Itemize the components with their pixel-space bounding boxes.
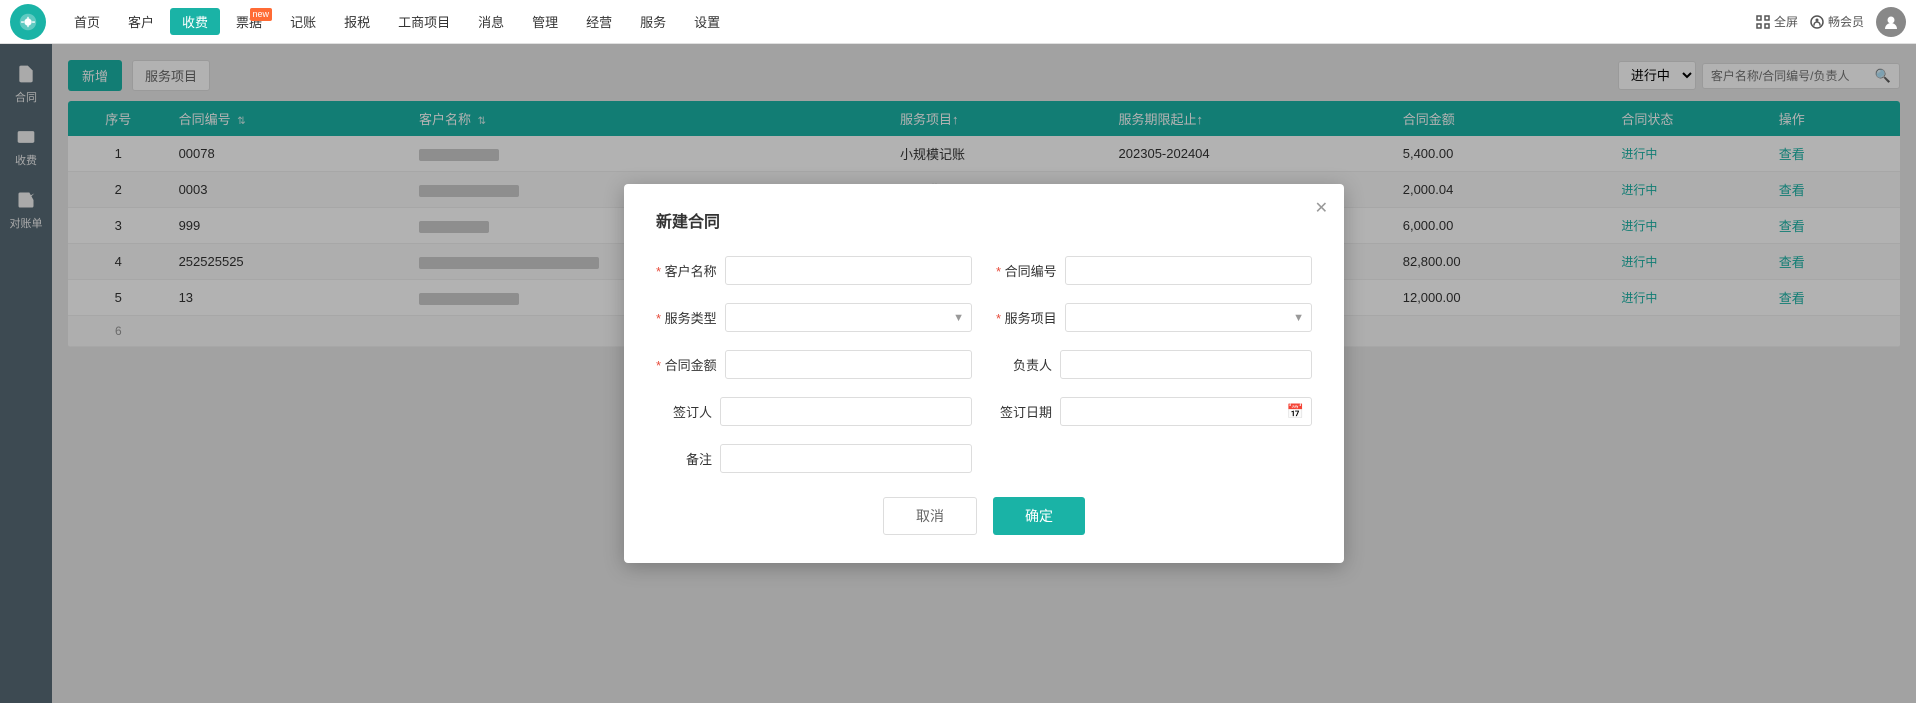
sign-date-label: 签订日期	[996, 402, 1052, 421]
sidebar-item-statement[interactable]: 对账单	[0, 180, 52, 239]
sidebar-item-contract[interactable]: 合同	[0, 54, 52, 113]
nav-customer[interactable]: 客户	[116, 8, 166, 35]
contract-amount-field: 合同金额 0.00	[656, 350, 972, 379]
service-type-label: 服务类型	[656, 308, 717, 327]
signer-input[interactable]	[720, 397, 972, 426]
nav-business[interactable]: 工商项目	[386, 8, 462, 35]
nav-home[interactable]: 首页	[62, 8, 112, 35]
contract-icon	[14, 62, 38, 86]
sidebar-item-fee[interactable]: 收费	[0, 117, 52, 176]
nav-fee[interactable]: 收费	[170, 8, 220, 35]
service-item-select-wrap: ▼	[1065, 303, 1312, 332]
service-item-field: 服务项目 ▼	[996, 303, 1312, 332]
remark-input[interactable]	[720, 444, 972, 473]
new-badge: new	[250, 8, 273, 21]
service-item-label: 服务项目	[996, 308, 1057, 327]
contract-amount-input[interactable]: 0.00	[725, 350, 972, 379]
customer-name-input[interactable]	[725, 256, 972, 285]
nav-operation[interactable]: 经营	[574, 8, 624, 35]
customer-name-label: 客户名称	[656, 261, 717, 280]
nav-service[interactable]: 服务	[628, 8, 678, 35]
form-row-3: 合同金额 0.00 负责人	[656, 350, 1312, 379]
fullscreen-btn[interactable]: 全屏	[1756, 13, 1798, 30]
responsible-input[interactable]	[1060, 350, 1312, 379]
fee-icon	[14, 125, 38, 149]
contract-no-input[interactable]	[1065, 256, 1312, 285]
nav-bill[interactable]: 票据 new	[224, 8, 274, 35]
form-row-1: 客户名称 合同编号	[656, 256, 1312, 285]
member-label: 畅会员	[1828, 13, 1864, 30]
signer-label: 签订人	[656, 402, 712, 421]
nav-bookkeeping[interactable]: 记账	[278, 8, 328, 35]
nav-right: 全屏 畅会员	[1756, 7, 1906, 37]
modal-title: 新建合同	[656, 208, 1312, 232]
nav-message[interactable]: 消息	[466, 8, 516, 35]
sign-date-field: 签订日期 2023-06-06 📅	[996, 397, 1312, 426]
form-row-4: 签订人 签订日期 2023-06-06 📅	[656, 397, 1312, 426]
sidebar-item-fee-label: 收费	[15, 152, 37, 168]
responsible-field: 负责人	[996, 350, 1312, 379]
remark-label: 备注	[656, 449, 712, 468]
logo	[10, 4, 46, 40]
contract-no-field: 合同编号	[996, 256, 1312, 285]
nav-settings[interactable]: 设置	[682, 8, 732, 35]
new-contract-modal: 新建合同 ✕ 客户名称 合同编号 服务类型	[624, 184, 1344, 563]
fullscreen-label: 全屏	[1774, 13, 1798, 30]
main-content: 新增 服务项目 进行中 已完成 已终止 🔍 序号	[52, 44, 1916, 703]
form-row-2: 服务类型 ▼ 服务项目	[656, 303, 1312, 332]
service-type-select-wrap: ▼	[725, 303, 972, 332]
sign-date-wrap: 2023-06-06 📅	[1060, 397, 1312, 426]
layout: 合同 收费 对账单 新增 服务项目 进行中 已完成 已终止	[0, 44, 1916, 703]
service-type-select[interactable]	[725, 303, 972, 332]
statement-icon	[14, 188, 38, 212]
remark-field: 备注	[656, 444, 972, 473]
cancel-button[interactable]: 取消	[883, 497, 977, 535]
service-item-select[interactable]	[1065, 303, 1312, 332]
nav-manage[interactable]: 管理	[520, 8, 570, 35]
modal-close-button[interactable]: ✕	[1315, 198, 1328, 218]
sign-date-input[interactable]: 2023-06-06	[1060, 397, 1312, 426]
responsible-label: 负责人	[996, 355, 1052, 374]
sidebar-item-statement-label: 对账单	[10, 215, 43, 231]
member-btn[interactable]: 畅会员	[1810, 13, 1864, 30]
form-row-5: 备注	[656, 444, 1312, 473]
nav-items: 首页 客户 收费 票据 new 记账 报税 工商项目 消息 管理 经营 服务 设…	[62, 8, 1756, 35]
customer-name-field: 客户名称	[656, 256, 972, 285]
signer-field: 签订人	[656, 397, 972, 426]
avatar[interactable]	[1876, 7, 1906, 37]
service-type-field: 服务类型 ▼	[656, 303, 972, 332]
sidebar-item-contract-label: 合同	[15, 89, 37, 105]
modal-footer: 取消 确定	[656, 497, 1312, 535]
nav-tax[interactable]: 报税	[332, 8, 382, 35]
top-nav: 首页 客户 收费 票据 new 记账 报税 工商项目 消息 管理 经营 服务 设…	[0, 0, 1916, 44]
contract-no-label: 合同编号	[996, 261, 1057, 280]
modal-overlay: 新建合同 ✕ 客户名称 合同编号 服务类型	[52, 44, 1916, 703]
sidebar: 合同 收费 对账单	[0, 44, 52, 703]
contract-amount-label: 合同金额	[656, 355, 717, 374]
confirm-button[interactable]: 确定	[993, 497, 1085, 535]
